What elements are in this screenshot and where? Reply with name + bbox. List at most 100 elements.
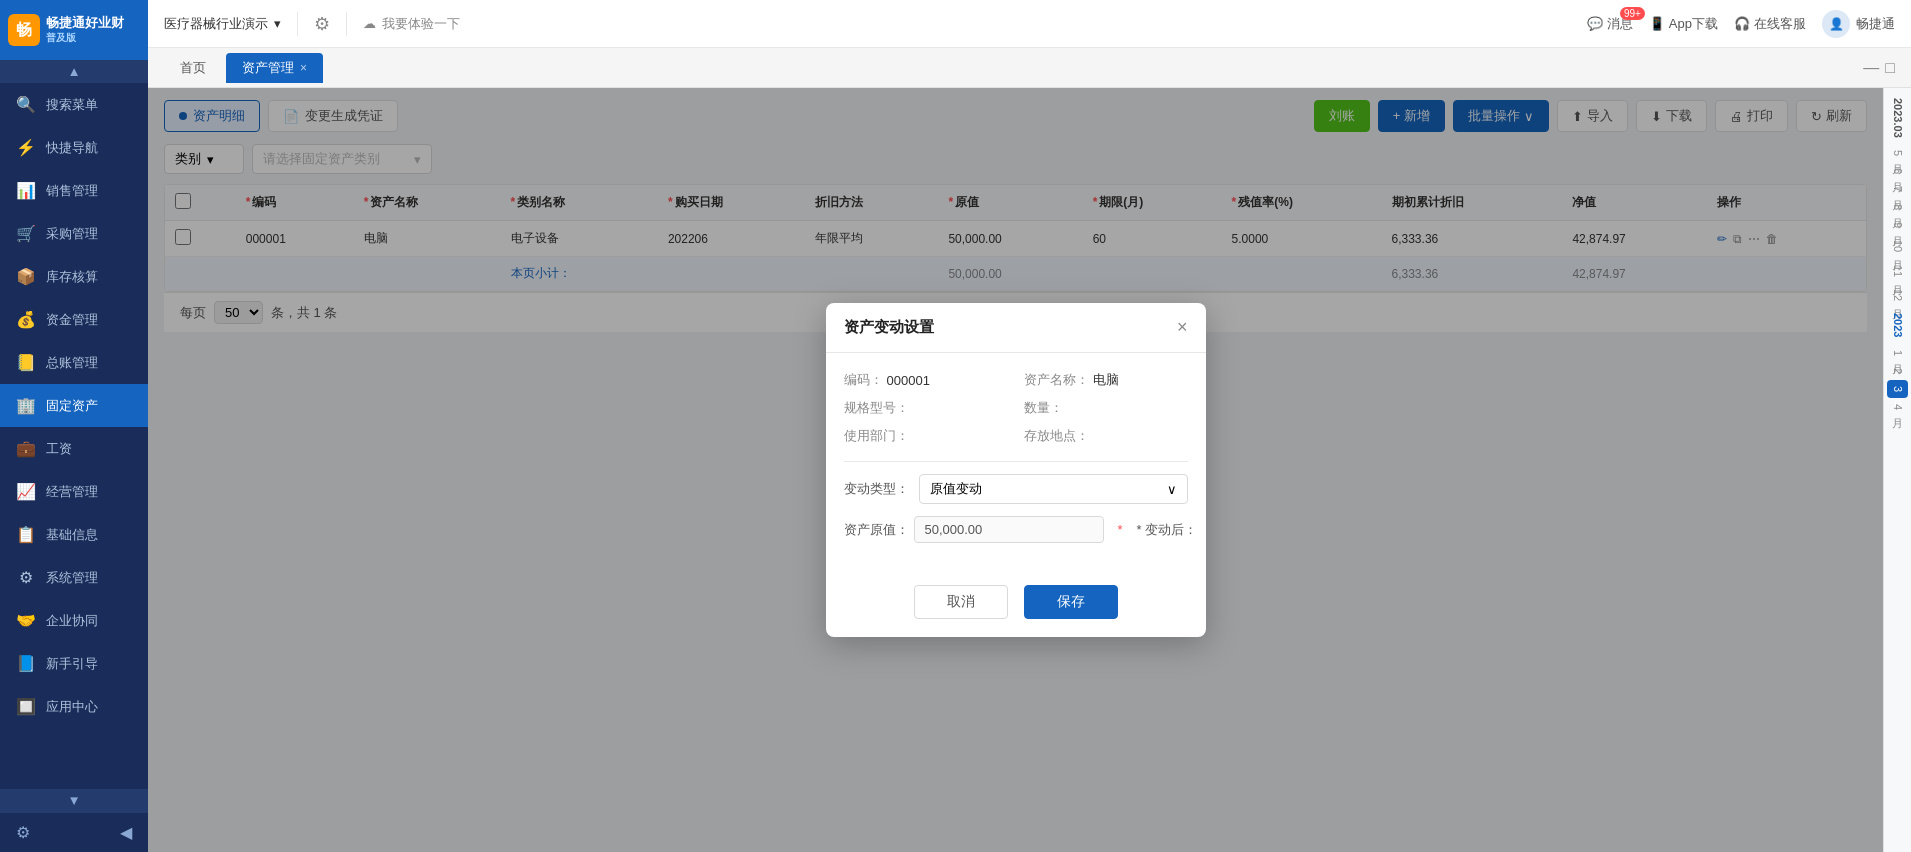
sidebar-item-purchase[interactable]: 🛒 采购管理 [0, 212, 148, 255]
sidebar: 畅 畅捷通好业财 普及版 ▲ 🔍 搜索菜单 ⚡ 快捷导航 📊 销售管理 🛒 采购… [0, 0, 148, 852]
experience-button[interactable]: ☁ 我要体验一下 [363, 15, 460, 33]
modal-cancel-button[interactable]: 取消 [914, 585, 1008, 619]
sidebar-item-label: 工资 [46, 440, 72, 458]
sidebar-collapse-button[interactable]: ◀ [120, 823, 132, 842]
sidebar-item-label: 新手引导 [46, 655, 98, 673]
modal-body: 编码： 000001 资产名称： 电脑 规格型号： [826, 353, 1206, 573]
modal-code-label: 编码： [844, 371, 883, 389]
modal-close-button[interactable]: × [1177, 317, 1188, 338]
sidebar-item-app-center[interactable]: 🔲 应用中心 [0, 685, 148, 728]
modal-asset-name-item: 资产名称： 电脑 [1024, 371, 1188, 389]
modal-code-value: 000001 [887, 373, 930, 388]
modal-location-item: 存放地点： [1024, 427, 1188, 445]
system-icon: ⚙ [16, 568, 36, 587]
modal-header: 资产变动设置 × [826, 303, 1206, 353]
main-area: 医疗器械行业演示 ▾ ⚙ ☁ 我要体验一下 💬 消息 99+ 📱 App下载 🎧… [148, 0, 1911, 852]
ym-month-7[interactable]: 7月 [1887, 180, 1908, 198]
tab-home[interactable]: 首页 [164, 53, 222, 83]
ym-year-2023[interactable]: 2023.03 [1889, 92, 1907, 144]
ym-month-8[interactable]: 8月 [1887, 198, 1908, 216]
tab-asset-mgmt-label: 资产管理 [242, 59, 294, 77]
ym-month-11[interactable]: 11月 [1887, 259, 1908, 283]
app-download-label: App下载 [1669, 15, 1718, 33]
app-logo: 畅 畅捷通好业财 普及版 [0, 0, 148, 60]
sidebar-item-guide[interactable]: 📘 新手引导 [0, 642, 148, 685]
basic-info-icon: 📋 [16, 525, 36, 544]
user-button[interactable]: 👤 畅捷通 [1822, 10, 1895, 38]
ym-month-5[interactable]: 5月 [1887, 144, 1908, 162]
sidebar-item-inventory[interactable]: 📦 库存核算 [0, 255, 148, 298]
modal-spec-label: 规格型号： [844, 399, 909, 417]
sidebar-settings-button[interactable]: ⚙ [16, 823, 30, 842]
ym-month-4[interactable]: 4月 [1887, 398, 1908, 416]
modal-quantity-label: 数量： [1024, 399, 1063, 417]
sidebar-item-payroll[interactable]: 💼 工资 [0, 427, 148, 470]
online-service-label: 在线客服 [1754, 15, 1806, 33]
modal-asset-name-value: 电脑 [1093, 371, 1119, 389]
topbar-settings-icon[interactable]: ⚙ [314, 13, 330, 35]
notification-button[interactable]: 💬 消息 99+ [1587, 15, 1633, 33]
sidebar-scroll-down[interactable]: ▼ [0, 789, 148, 812]
experience-cloud-icon: ☁ [363, 16, 376, 31]
sales-icon: 📊 [16, 181, 36, 200]
sidebar-item-basic-info[interactable]: 📋 基础信息 [0, 513, 148, 556]
online-service-icon: 🎧 [1734, 16, 1750, 31]
sidebar-item-label: 库存核算 [46, 268, 98, 286]
ym-month-3[interactable]: 3月 [1887, 380, 1908, 398]
sidebar-item-sales[interactable]: 📊 销售管理 [0, 169, 148, 212]
online-service-button[interactable]: 🎧 在线客服 [1734, 15, 1806, 33]
operations-icon: 📈 [16, 482, 36, 501]
modal-original-value-row: 资产原值： * * 变动后： [844, 516, 1188, 543]
ym-month-9[interactable]: 9月 [1887, 216, 1908, 234]
sidebar-item-system[interactable]: ⚙ 系统管理 [0, 556, 148, 599]
company-dropdown-icon: ▾ [274, 16, 281, 31]
sidebar-item-operations[interactable]: 📈 经营管理 [0, 470, 148, 513]
modal-location-label: 存放地点： [1024, 427, 1089, 445]
modal-change-type-arrow: ∨ [1167, 482, 1177, 497]
main-content: 资产明细 📄 变更生成凭证 刘账 + 新增 批量操作 ∨ ⬆ 导入 [148, 88, 1883, 852]
modal-original-value-input[interactable] [914, 516, 1104, 543]
topbar-divider2 [346, 12, 347, 36]
topbar: 医疗器械行业演示 ▾ ⚙ ☁ 我要体验一下 💬 消息 99+ 📱 App下载 🎧… [148, 0, 1911, 48]
sidebar-item-label: 系统管理 [46, 569, 98, 587]
ym-month-12[interactable]: 12月 [1887, 283, 1908, 307]
sidebar-item-enterprise[interactable]: 🤝 企业协同 [0, 599, 148, 642]
user-name: 畅捷通 [1856, 15, 1895, 33]
tab-close-icon[interactable]: × [300, 61, 307, 75]
sidebar-item-quick-nav[interactable]: ⚡ 快捷导航 [0, 126, 148, 169]
topbar-divider [297, 12, 298, 36]
capital-icon: 💰 [16, 310, 36, 329]
sidebar-scroll-up[interactable]: ▲ [0, 60, 148, 83]
sidebar-item-label: 企业协同 [46, 612, 98, 630]
sidebar-item-label: 基础信息 [46, 526, 98, 544]
company-name: 医疗器械行业演示 [164, 15, 268, 33]
sidebar-item-label: 经营管理 [46, 483, 98, 501]
modal-dept-label: 使用部门： [844, 427, 909, 445]
modal-save-button[interactable]: 保存 [1024, 585, 1118, 619]
modal-change-type-value: 原值变动 [930, 480, 982, 498]
window-maximize-button[interactable]: □ [1885, 59, 1895, 77]
year-month-sidebar: 2023.03 5月 6月 7月 8月 9月 10月 11月 12月 2023 … [1883, 88, 1911, 852]
window-minimize-button[interactable]: — [1863, 59, 1879, 77]
app-download-button[interactable]: 📱 App下载 [1649, 15, 1718, 33]
ym-month-6[interactable]: 6月 [1887, 162, 1908, 180]
sidebar-item-ledger[interactable]: 📒 总账管理 [0, 341, 148, 384]
tab-asset-mgmt[interactable]: 资产管理 × [226, 53, 323, 83]
sidebar-item-label: 资金管理 [46, 311, 98, 329]
sidebar-item-fixed-assets[interactable]: 🏢 固定资产 [0, 384, 148, 427]
sidebar-item-capital[interactable]: 💰 资金管理 [0, 298, 148, 341]
purchase-icon: 🛒 [16, 224, 36, 243]
search-icon: 🔍 [16, 95, 36, 114]
modal-change-type-label: 变动类型： [844, 480, 909, 498]
ym-month-2[interactable]: 2月 [1887, 362, 1908, 380]
asset-change-modal: 资产变动设置 × 编码： 000001 资产名称： 电脑 [826, 303, 1206, 637]
ym-month-1[interactable]: 1月 [1887, 344, 1908, 362]
ym-month-10[interactable]: 10月 [1887, 234, 1908, 258]
modal-title: 资产变动设置 [844, 318, 934, 337]
fixed-assets-icon: 🏢 [16, 396, 36, 415]
modal-change-type-select[interactable]: 原值变动 ∨ [919, 474, 1188, 504]
sidebar-item-search[interactable]: 🔍 搜索菜单 [0, 83, 148, 126]
ym-year-2023-2[interactable]: 2023 [1889, 307, 1907, 343]
modal-after-change-label: * 变动后： [1137, 521, 1198, 539]
company-selector[interactable]: 医疗器械行业演示 ▾ [164, 15, 281, 33]
